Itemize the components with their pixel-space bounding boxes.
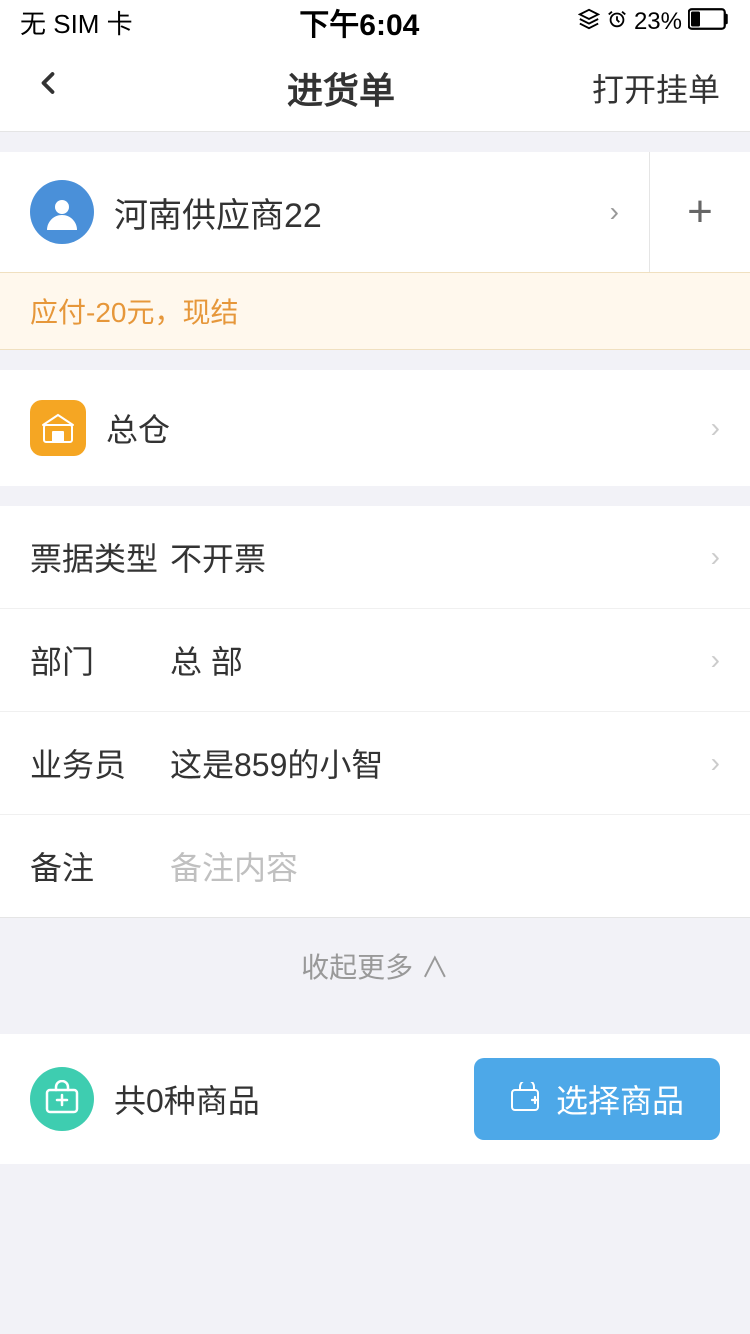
department-label: 部门 bbox=[30, 637, 170, 683]
battery-icon bbox=[688, 8, 730, 37]
warehouse-icon bbox=[30, 400, 86, 456]
notice-bar: 应付-20元，现结 bbox=[0, 272, 750, 350]
form-section: 票据类型 不开票 › 部门 总 部 › 业务员 这是859的小智 › 备注 备注… bbox=[0, 506, 750, 917]
product-count-label: 共0种商品 bbox=[114, 1076, 474, 1122]
remark-input[interactable]: 备注内容 bbox=[170, 843, 720, 889]
add-supplier-button[interactable]: + bbox=[650, 152, 750, 272]
status-right: 23% bbox=[578, 8, 730, 37]
salesperson-chevron-icon: › bbox=[711, 747, 720, 779]
warehouse-chevron-icon: › bbox=[711, 412, 720, 444]
carrier-text: 无 SIM 卡 bbox=[20, 4, 133, 41]
warehouse-label: 总仓 bbox=[106, 405, 711, 451]
product-bar: 共0种商品 选择商品 bbox=[0, 1034, 750, 1164]
open-pending-button[interactable]: 打开挂单 bbox=[592, 65, 720, 111]
status-left: 无 SIM 卡 bbox=[20, 4, 141, 41]
remark-row[interactable]: 备注 备注内容 bbox=[0, 815, 750, 917]
status-bar: 无 SIM 卡 下午6:04 23% bbox=[0, 0, 750, 44]
salesperson-label: 业务员 bbox=[30, 740, 170, 786]
location-icon bbox=[578, 8, 600, 37]
remark-label: 备注 bbox=[30, 843, 170, 889]
salesperson-value: 这是859的小智 bbox=[170, 740, 701, 786]
supplier-name: 河南供应商22 bbox=[114, 188, 600, 237]
nav-bar: 进货单 打开挂单 bbox=[0, 44, 750, 132]
content: 河南供应商22 › + 应付-20元，现结 总仓 › 票据类型 不开票 › bbox=[0, 152, 750, 1164]
supplier-selector[interactable]: 河南供应商22 › bbox=[0, 152, 650, 272]
page-title: 进货单 bbox=[287, 62, 395, 114]
supplier-chevron-icon: › bbox=[610, 196, 619, 228]
select-product-label: 选择商品 bbox=[556, 1076, 684, 1122]
department-row[interactable]: 部门 总 部 › bbox=[0, 609, 750, 712]
select-product-button[interactable]: 选择商品 bbox=[474, 1058, 720, 1140]
invoice-type-row[interactable]: 票据类型 不开票 › bbox=[0, 506, 750, 609]
supplier-avatar bbox=[30, 180, 94, 244]
department-value: 总 部 bbox=[170, 637, 701, 683]
warehouse-row[interactable]: 总仓 › bbox=[0, 370, 750, 486]
invoice-type-value: 不开票 bbox=[170, 534, 701, 580]
warehouse-section: 总仓 › bbox=[0, 370, 750, 486]
battery-text: 23% bbox=[634, 8, 682, 36]
salesperson-row[interactable]: 业务员 这是859的小智 › bbox=[0, 712, 750, 815]
supplier-section: 河南供应商22 › + bbox=[0, 152, 750, 272]
product-icon bbox=[30, 1067, 94, 1131]
invoice-type-chevron-icon: › bbox=[711, 541, 720, 573]
alarm-icon bbox=[606, 8, 628, 37]
invoice-type-label: 票据类型 bbox=[30, 534, 170, 580]
department-chevron-icon: › bbox=[711, 644, 720, 676]
status-time: 下午6:04 bbox=[299, 0, 419, 44]
collapse-bar[interactable]: 收起更多 ∧ bbox=[0, 917, 750, 1014]
notice-text: 应付-20元，现结 bbox=[30, 297, 238, 328]
back-button[interactable] bbox=[30, 65, 90, 110]
